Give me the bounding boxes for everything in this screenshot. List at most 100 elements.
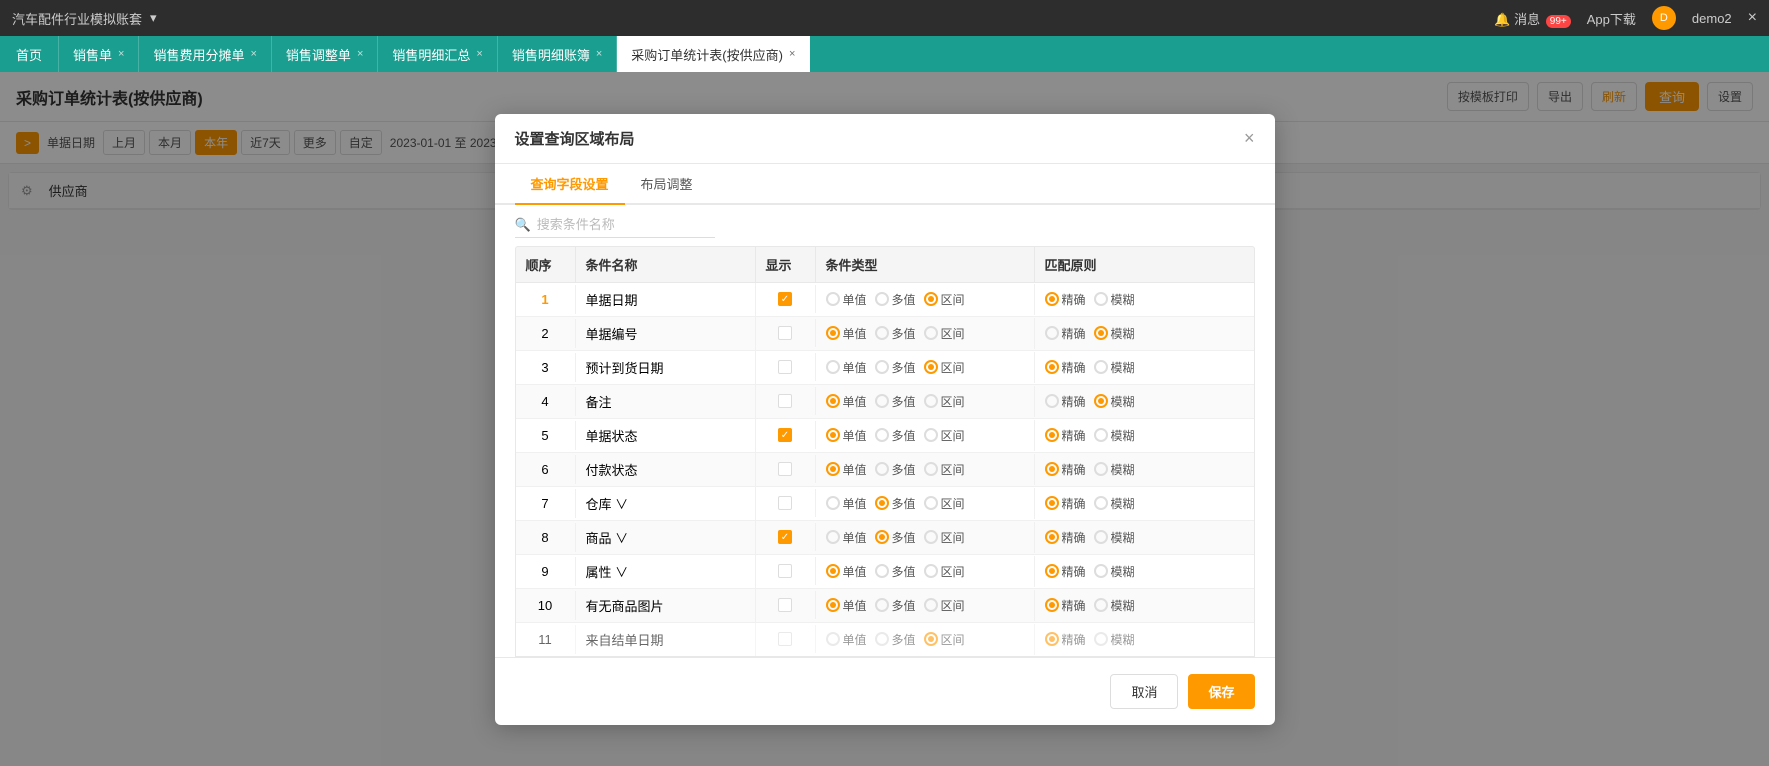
- radio-exact-10[interactable]: 精确: [1045, 597, 1086, 614]
- radio-single-8[interactable]: 单值: [826, 529, 867, 546]
- radio-multi-10[interactable]: 多值: [875, 597, 916, 614]
- radio-multi-4[interactable]: 多值: [875, 393, 916, 410]
- dialog-tab-fields[interactable]: 查询字段设置: [515, 164, 625, 205]
- radio-fuzzy-8[interactable]: 模糊: [1094, 529, 1135, 546]
- notification-icon[interactable]: 🔔 消息 99+: [1494, 9, 1570, 28]
- cell-show[interactable]: [756, 625, 816, 653]
- cell-show[interactable]: [756, 557, 816, 585]
- close-tab-sales-order[interactable]: ×: [118, 48, 124, 60]
- radio-range-1[interactable]: 区间: [924, 291, 965, 308]
- radio-single-9[interactable]: 单值: [826, 563, 867, 580]
- radio-range-5[interactable]: 区间: [924, 427, 965, 444]
- close-tab-sales-ledger[interactable]: ×: [596, 48, 602, 60]
- cell-show[interactable]: [756, 285, 816, 313]
- radio-range-2[interactable]: 区间: [924, 325, 965, 342]
- close-tab-sales-adjust[interactable]: ×: [357, 48, 363, 60]
- radio-fuzzy-5[interactable]: 模糊: [1094, 427, 1135, 444]
- cell-show[interactable]: [756, 523, 816, 551]
- radio-exact-3[interactable]: 精确: [1045, 359, 1086, 376]
- checkbox-row4[interactable]: [778, 394, 792, 408]
- radio-range-9[interactable]: 区间: [924, 563, 965, 580]
- radio-single-5[interactable]: 单值: [826, 427, 867, 444]
- radio-multi-6[interactable]: 多值: [875, 461, 916, 478]
- radio-multi-3[interactable]: 多值: [875, 359, 916, 376]
- radio-single-7[interactable]: 单值: [826, 495, 867, 512]
- radio-single-6[interactable]: 单值: [826, 461, 867, 478]
- radio-exact-6[interactable]: 精确: [1045, 461, 1086, 478]
- checkbox-row9[interactable]: [778, 564, 792, 578]
- radio-fuzzy-3[interactable]: 模糊: [1094, 359, 1135, 376]
- checkbox-row5[interactable]: [778, 428, 792, 442]
- radio-fuzzy-1[interactable]: 模糊: [1094, 291, 1135, 308]
- radio-exact-8[interactable]: 精确: [1045, 529, 1086, 546]
- checkbox-row1[interactable]: [778, 292, 792, 306]
- radio-exact-1[interactable]: 精确: [1045, 291, 1086, 308]
- cancel-button[interactable]: 取消: [1110, 674, 1178, 709]
- radio-range-8[interactable]: 区间: [924, 529, 965, 546]
- radio-single-1[interactable]: 单值: [826, 291, 867, 308]
- cell-show[interactable]: [756, 319, 816, 347]
- radio-fuzzy-11[interactable]: 模糊: [1094, 631, 1135, 648]
- cell-show[interactable]: [756, 455, 816, 483]
- cell-show[interactable]: [756, 421, 816, 449]
- dialog-tab-layout[interactable]: 布局调整: [625, 164, 709, 205]
- app-download[interactable]: App下载: [1587, 9, 1636, 28]
- checkbox-row7[interactable]: [778, 496, 792, 510]
- checkbox-row10[interactable]: [778, 598, 792, 612]
- tab-sales-order[interactable]: 销售单 ×: [59, 36, 139, 72]
- radio-single-10[interactable]: 单值: [826, 597, 867, 614]
- checkbox-row6[interactable]: [778, 462, 792, 476]
- close-app-button[interactable]: ×: [1748, 9, 1757, 27]
- close-tab-purchase-stat[interactable]: ×: [789, 48, 795, 60]
- tab-home[interactable]: 首页: [0, 36, 59, 72]
- radio-fuzzy-2[interactable]: 模糊: [1094, 325, 1135, 342]
- cell-show[interactable]: [756, 591, 816, 619]
- radio-exact-11[interactable]: 精确: [1045, 631, 1086, 648]
- checkbox-row11[interactable]: [778, 632, 792, 646]
- tab-sales-ledger[interactable]: 销售明细账簿 ×: [498, 36, 617, 72]
- radio-multi-5[interactable]: 多值: [875, 427, 916, 444]
- radio-exact-2[interactable]: 精确: [1045, 325, 1086, 342]
- tab-sales-adjust[interactable]: 销售调整单 ×: [272, 36, 378, 72]
- close-tab-sales-expense[interactable]: ×: [250, 48, 256, 60]
- tab-purchase-stat[interactable]: 采购订单统计表(按供应商) ×: [617, 36, 810, 72]
- radio-range-6[interactable]: 区间: [924, 461, 965, 478]
- radio-multi-11[interactable]: 多值: [875, 631, 916, 648]
- radio-multi-1[interactable]: 多值: [875, 291, 916, 308]
- radio-fuzzy-7[interactable]: 模糊: [1094, 495, 1135, 512]
- radio-exact-5[interactable]: 精确: [1045, 427, 1086, 444]
- radio-multi-9[interactable]: 多值: [875, 563, 916, 580]
- close-tab-sales-summary[interactable]: ×: [476, 48, 482, 60]
- radio-single-4[interactable]: 单值: [826, 393, 867, 410]
- radio-fuzzy-10[interactable]: 模糊: [1094, 597, 1135, 614]
- radio-range-4[interactable]: 区间: [924, 393, 965, 410]
- radio-exact-7[interactable]: 精确: [1045, 495, 1086, 512]
- radio-range-11[interactable]: 区间: [924, 631, 965, 648]
- checkbox-row8[interactable]: [778, 530, 792, 544]
- radio-range-10[interactable]: 区间: [924, 597, 965, 614]
- radio-fuzzy-9[interactable]: 模糊: [1094, 563, 1135, 580]
- radio-single-11[interactable]: 单值: [826, 631, 867, 648]
- tab-sales-expense[interactable]: 销售费用分摊单 ×: [139, 36, 271, 72]
- username[interactable]: demo2: [1692, 11, 1732, 26]
- radio-exact-9[interactable]: 精确: [1045, 563, 1086, 580]
- radio-range-7[interactable]: 区间: [924, 495, 965, 512]
- radio-exact-4[interactable]: 精确: [1045, 393, 1086, 410]
- radio-fuzzy-6[interactable]: 模糊: [1094, 461, 1135, 478]
- radio-range-3[interactable]: 区间: [924, 359, 965, 376]
- save-button[interactable]: 保存: [1188, 674, 1254, 709]
- cell-show[interactable]: [756, 387, 816, 415]
- tab-sales-summary[interactable]: 销售明细汇总 ×: [378, 36, 497, 72]
- radio-multi-2[interactable]: 多值: [875, 325, 916, 342]
- checkbox-row2[interactable]: [778, 326, 792, 340]
- cell-show[interactable]: [756, 353, 816, 381]
- radio-single-3[interactable]: 单值: [826, 359, 867, 376]
- radio-multi-7[interactable]: 多值: [875, 495, 916, 512]
- cell-show[interactable]: [756, 489, 816, 517]
- radio-fuzzy-4[interactable]: 模糊: [1094, 393, 1135, 410]
- radio-single-2[interactable]: 单值: [826, 325, 867, 342]
- user-avatar[interactable]: D: [1652, 6, 1676, 30]
- dropdown-icon[interactable]: ▾: [150, 10, 157, 26]
- checkbox-row3[interactable]: [778, 360, 792, 374]
- dialog-close-button[interactable]: ×: [1244, 128, 1255, 149]
